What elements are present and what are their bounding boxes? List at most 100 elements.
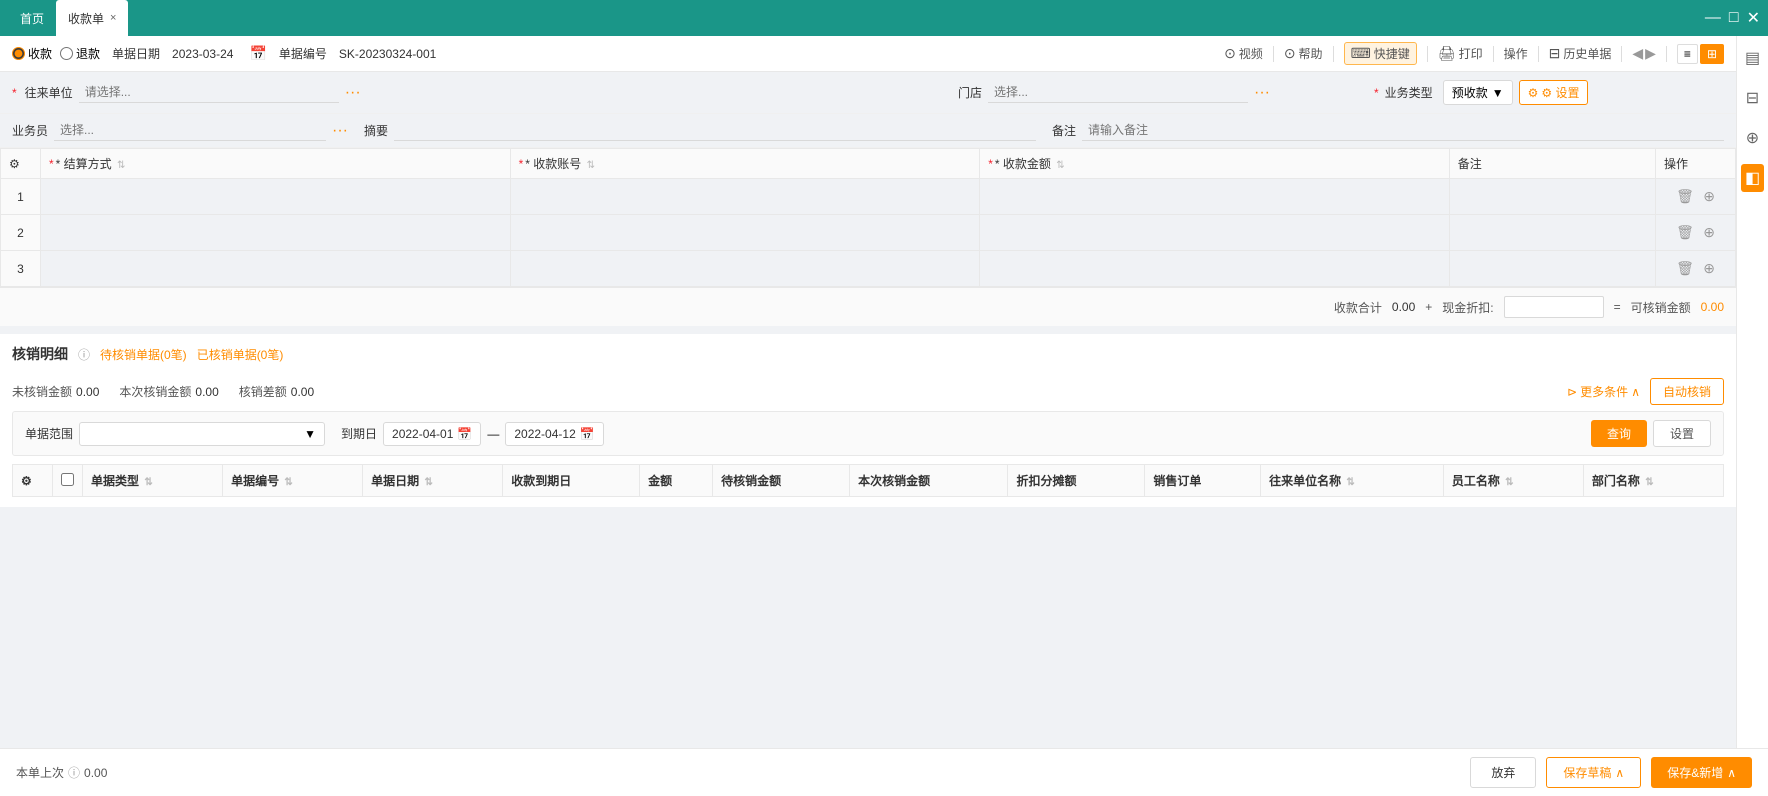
window-controls: — □ ✕ xyxy=(1705,8,1760,28)
type-col-header: 单据类型 ⇅ xyxy=(83,465,223,497)
bottom-action-bar: 本单上次 ⓘ 0.00 放弃 保存草稿 ∧ 保存&新增 ∧ xyxy=(0,748,1768,796)
refund-radio[interactable]: 退款 xyxy=(60,45,100,62)
auto-verify-button[interactable]: 自动核销 xyxy=(1650,378,1724,405)
counterpart-input[interactable] xyxy=(79,82,339,103)
staff-more-btn[interactable]: ··· xyxy=(332,122,348,140)
help-icon: ⊙ xyxy=(1284,45,1296,62)
info-icon2: ⓘ xyxy=(68,764,80,781)
range-chevron-icon: ▼ xyxy=(304,427,316,441)
account-cell-1[interactable] xyxy=(510,179,980,215)
window-close-icon[interactable]: ✕ xyxy=(1747,8,1760,28)
delete-icon-3[interactable]: 🗑 xyxy=(1676,260,1694,276)
help-label: 帮助 xyxy=(1299,45,1323,62)
table-gear-header[interactable]: ⚙ xyxy=(1,149,41,179)
amount-col-header: 金额 xyxy=(640,465,713,497)
account-cell-3[interactable] xyxy=(510,251,980,287)
summary-input[interactable] xyxy=(394,120,1036,141)
settlement-cell-3[interactable] xyxy=(41,251,511,287)
amount-cell-3[interactable] xyxy=(980,251,1450,287)
receipt-table: ⚙ ** 结算方式 ⇅ ** 收款账号 ⇅ ** 收款金额 ⇅ xyxy=(0,148,1736,287)
settlement-cell-1[interactable] xyxy=(41,179,511,215)
staff-input[interactable] xyxy=(54,120,326,141)
pending-tab[interactable]: 待核销单据(0笔) xyxy=(100,346,187,363)
copy-icon-2[interactable]: ⊕ xyxy=(1703,224,1715,240)
window-max-icon[interactable]: □ xyxy=(1729,9,1739,27)
print-btn[interactable]: 🖨 打印 xyxy=(1438,45,1483,62)
video-btn[interactable]: ⊙ 视频 xyxy=(1224,45,1263,62)
history-btn[interactable]: ⊟ 历史单据 xyxy=(1549,45,1612,62)
refund-radio-input[interactable] xyxy=(60,47,73,60)
more-conditions-btn[interactable]: ⊳ 更多条件 ∧ xyxy=(1567,383,1640,400)
amount-cell-1[interactable] xyxy=(980,179,1450,215)
calendar-icon[interactable]: 📅 xyxy=(249,45,266,62)
settings-button[interactable]: ⚙ ⚙ 设置 xyxy=(1519,80,1589,105)
form-row1: * 往来单位 ··· 门店 ··· * 业务类型 预收款 ▼ ⚙ ⚙ 设置 xyxy=(0,72,1736,114)
table-settings-icon: ⚙ xyxy=(9,157,20,171)
this-time-label: 本单上次 xyxy=(16,764,64,781)
history-label: 历史单据 xyxy=(1563,45,1611,62)
shortcut-btn[interactable]: ⌨ 快捷键 xyxy=(1344,42,1417,65)
sidebar-layout-icon[interactable]: ◧ xyxy=(1741,164,1764,192)
prev-arrow[interactable]: ◀ xyxy=(1632,45,1643,62)
help-btn[interactable]: ⊙ 帮助 xyxy=(1284,45,1323,62)
info-icon[interactable]: ⓘ xyxy=(78,346,90,363)
delete-icon-1[interactable]: 🗑 xyxy=(1676,188,1694,204)
date-to-input[interactable]: 2022-04-12 📅 xyxy=(505,422,603,446)
checkbox-col-header[interactable] xyxy=(53,465,83,497)
list-view-btn[interactable]: ≡ xyxy=(1677,44,1698,64)
counterpart-more-btn[interactable]: ··· xyxy=(345,84,361,102)
remark-cell-1[interactable] xyxy=(1449,179,1655,215)
nav-tab-home[interactable]: 首页 xyxy=(8,0,56,36)
current-label: 本次核销金额 xyxy=(119,383,191,400)
amount-cell-2[interactable] xyxy=(980,215,1450,251)
col-actions-header: 操作 xyxy=(1656,149,1736,179)
save-new-button[interactable]: 保存&新增 ∧ xyxy=(1651,757,1752,788)
select-all-checkbox[interactable] xyxy=(61,473,74,486)
tab-close-icon[interactable]: × xyxy=(110,12,116,24)
delete-icon-2[interactable]: 🗑 xyxy=(1676,224,1694,240)
print-icon: 🖨 xyxy=(1438,45,1456,62)
done-tab[interactable]: 已核销单据(0笔) xyxy=(197,346,284,363)
top-nav: 首页 收款单 × — □ ✕ xyxy=(0,0,1768,36)
store-more-btn[interactable]: ··· xyxy=(1254,84,1270,102)
draft-button[interactable]: 保存草稿 ∧ xyxy=(1546,757,1641,788)
number-label: 单据编号 xyxy=(279,45,327,62)
col-settlement-header: ** 结算方式 ⇅ xyxy=(41,149,511,179)
sidebar-doc-icon[interactable]: ⊟ xyxy=(1742,84,1763,112)
store-input[interactable] xyxy=(988,82,1248,103)
range-select[interactable]: ▼ xyxy=(79,422,325,446)
account-cell-2[interactable] xyxy=(510,215,980,251)
grid-view-btn[interactable]: ⊞ xyxy=(1700,44,1724,64)
sales-order-col-header: 销售订单 xyxy=(1145,465,1261,497)
discount-col-header: 折扣分摊额 xyxy=(1008,465,1145,497)
operations-btn[interactable]: 操作 xyxy=(1504,45,1528,62)
receipt-radio-input[interactable] xyxy=(12,47,25,60)
sidebar-attach-icon[interactable]: ⊕ xyxy=(1742,124,1763,152)
copy-icon-1[interactable]: ⊕ xyxy=(1703,188,1715,204)
next-arrow[interactable]: ▶ xyxy=(1645,45,1656,62)
diff-value: 0.00 xyxy=(291,385,314,399)
sidebar-table-icon[interactable]: ▤ xyxy=(1741,44,1764,72)
settlement-cell-2[interactable] xyxy=(41,215,511,251)
refund-radio-label: 退款 xyxy=(76,45,100,62)
range-field: 单据范围 ▼ xyxy=(25,422,325,446)
copy-icon-3[interactable]: ⊕ xyxy=(1703,260,1715,276)
receipt-radio[interactable]: 收款 xyxy=(12,45,52,62)
actions-cell-2: 🗑 ⊕ xyxy=(1656,215,1736,251)
nav-tab-receipt[interactable]: 收款单 × xyxy=(56,0,128,36)
setting-button[interactable]: 设置 xyxy=(1653,420,1711,447)
query-btn-label: 查询 xyxy=(1607,427,1631,441)
gear-col-header[interactable]: ⚙ xyxy=(13,465,53,497)
remark-cell-3[interactable] xyxy=(1449,251,1655,287)
date-from-input[interactable]: 2022-04-01 📅 xyxy=(383,422,481,446)
query-button[interactable]: 查询 xyxy=(1591,420,1647,447)
business-type-dropdown[interactable]: 预收款 ▼ xyxy=(1443,80,1513,105)
abandon-button[interactable]: 放弃 xyxy=(1470,757,1536,788)
total-value: 0.00 xyxy=(1392,300,1415,314)
due-date-col-header: 收款到期日 xyxy=(503,465,640,497)
remark-input[interactable] xyxy=(1082,120,1724,141)
net-value: 0.00 xyxy=(1701,300,1724,314)
discount-input[interactable] xyxy=(1504,296,1604,318)
window-min-icon[interactable]: — xyxy=(1705,9,1721,27)
remark-cell-2[interactable] xyxy=(1449,215,1655,251)
